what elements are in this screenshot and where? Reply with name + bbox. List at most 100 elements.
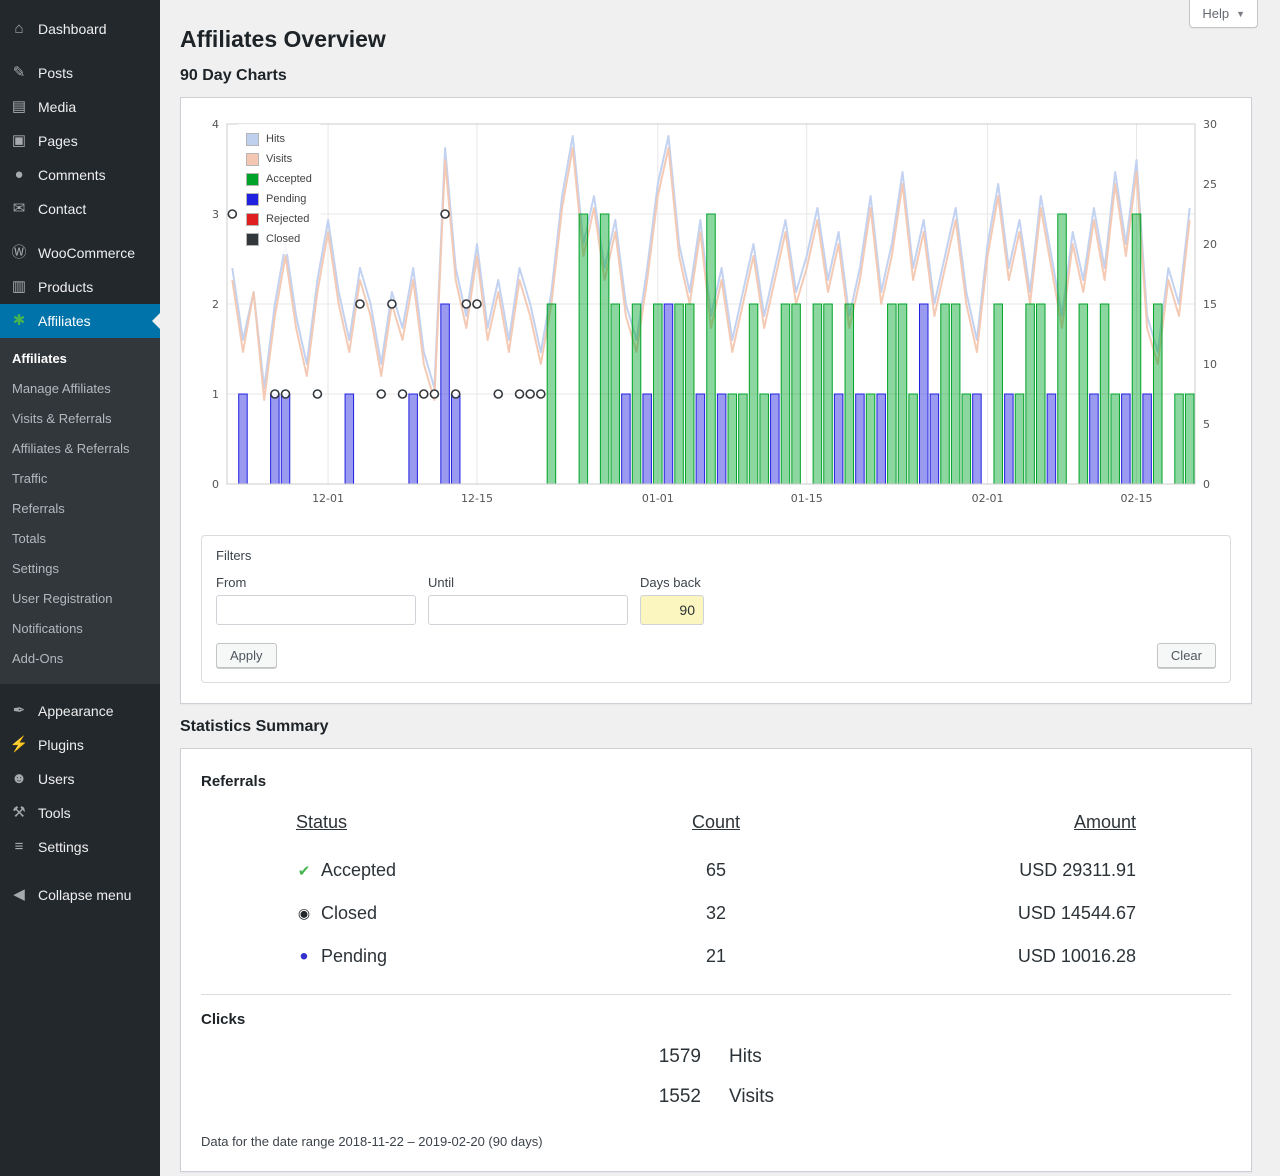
help-label: Help	[1202, 6, 1229, 21]
legend-entry-accepted: Accepted	[246, 169, 312, 189]
svg-text:30: 30	[1203, 118, 1217, 131]
comments-icon: ●	[9, 166, 29, 184]
dashboard-icon: ⌂	[9, 20, 29, 38]
pages-icon: ▣	[9, 132, 29, 150]
filters-box: Filters From Until Days back	[201, 535, 1231, 683]
date-range-footnote: Data for the date range 2018-11-22 – 201…	[201, 1134, 1231, 1149]
table-row-closed: ◉Closed 32 USD 14544.67	[296, 892, 1136, 935]
svg-text:02-15: 02-15	[1121, 492, 1153, 505]
sidebar-item-products[interactable]: ▥ Products	[0, 270, 160, 304]
status-column-header[interactable]: Status	[296, 804, 632, 849]
accepted-swatch-icon	[246, 173, 259, 186]
visits-swatch-icon	[246, 153, 259, 166]
users-icon: ☻	[9, 770, 29, 788]
sidebar-item-comments[interactable]: ● Comments	[0, 158, 160, 192]
legend-entry-visits: Visits	[246, 149, 312, 169]
posts-icon: ✎	[9, 64, 29, 82]
sidebar-item-settings[interactable]: ≡ Settings	[0, 830, 160, 864]
submenu-item-add-ons[interactable]: Add-Ons	[0, 644, 160, 674]
chevron-down-icon: ▼	[1236, 9, 1245, 19]
submenu-item-settings[interactable]: Settings	[0, 554, 160, 584]
status-label: Pending	[321, 946, 387, 967]
sidebar-item-pages[interactable]: ▣ Pages	[0, 124, 160, 158]
count-column-header[interactable]: Count	[632, 804, 800, 849]
until-input[interactable]	[428, 595, 628, 625]
admin-sidebar: ⌂ Dashboard ✎ Posts ▤ Media ▣ Pages ● Co…	[0, 0, 160, 1176]
submenu-item-user-registration[interactable]: User Registration	[0, 584, 160, 614]
legend-entry-pending: Pending	[246, 189, 312, 209]
submenu-item-affiliates[interactable]: Affiliates	[0, 344, 160, 374]
legend-label: Accepted	[266, 173, 312, 185]
chart-legend: Hits Visits Accepted Pending	[237, 124, 321, 254]
sidebar-item-contact[interactable]: ✉ Contact	[0, 192, 160, 226]
status-label: Accepted	[321, 860, 396, 881]
ninety-day-chart: Hits Visits Accepted Pending	[201, 112, 1231, 517]
woocommerce-icon: Ⓦ	[9, 244, 29, 262]
svg-text:0: 0	[1203, 478, 1210, 491]
svg-text:0: 0	[212, 478, 219, 491]
page-title: Affiliates Overview	[180, 26, 1252, 53]
statistics-heading: Statistics Summary	[180, 718, 1252, 736]
svg-text:1: 1	[212, 388, 219, 401]
amount-column-header[interactable]: Amount	[800, 804, 1136, 849]
count-value: 21	[632, 935, 800, 978]
pending-swatch-icon	[246, 193, 259, 206]
sidebar-item-users[interactable]: ☻ Users	[0, 762, 160, 796]
hits-label: Hits	[729, 1046, 762, 1068]
divider	[201, 994, 1231, 995]
sidebar-item-posts[interactable]: ✎ Posts	[0, 56, 160, 90]
visits-count: 1552	[201, 1086, 701, 1108]
table-row-accepted: ✔Accepted 65 USD 29311.91	[296, 849, 1136, 892]
visits-label: Visits	[729, 1086, 774, 1108]
plugins-icon: ⚡	[9, 736, 29, 754]
clear-button[interactable]: Clear	[1157, 643, 1216, 668]
submenu-item-traffic[interactable]: Traffic	[0, 464, 160, 494]
legend-entry-rejected: Rejected	[246, 209, 312, 229]
count-value: 32	[632, 892, 800, 935]
wordpress-admin: ⌂ Dashboard ✎ Posts ▤ Media ▣ Pages ● Co…	[0, 0, 1280, 1176]
closed-bullseye-icon: ◉	[296, 905, 312, 922]
svg-text:01-01: 01-01	[642, 492, 674, 505]
days-back-label: Days back	[640, 575, 704, 590]
clicks-summary: 1579 Hits 1552 Visits	[201, 1046, 1231, 1108]
from-label: From	[216, 575, 416, 590]
submenu-item-totals[interactable]: Totals	[0, 524, 160, 554]
svg-text:15: 15	[1203, 298, 1217, 311]
referrals-table: Status Count Amount ✔Accepted 65 USD 293…	[296, 804, 1136, 978]
submenu-item-affiliates-referrals[interactable]: Affiliates & Referrals	[0, 434, 160, 464]
sidebar-item-woocommerce[interactable]: Ⓦ WooCommerce	[0, 236, 160, 270]
legend-entry-hits: Hits	[246, 129, 312, 149]
legend-label: Pending	[266, 193, 306, 205]
statistics-panel: Referrals Status Count Amount ✔Accepted …	[180, 748, 1252, 1172]
from-input[interactable]	[216, 595, 416, 625]
collapse-menu-button[interactable]: ◀ Collapse menu	[0, 878, 160, 912]
amount-value: USD 10016.28	[800, 935, 1136, 978]
submenu-item-notifications[interactable]: Notifications	[0, 614, 160, 644]
submenu-item-referrals[interactable]: Referrals	[0, 494, 160, 524]
sidebar-item-media[interactable]: ▤ Media	[0, 90, 160, 124]
settings-icon: ≡	[9, 838, 29, 856]
sidebar-item-plugins[interactable]: ⚡ Plugins	[0, 728, 160, 762]
svg-text:25: 25	[1203, 178, 1217, 191]
amount-value: USD 29311.91	[800, 849, 1136, 892]
sidebar-item-tools[interactable]: ⚒ Tools	[0, 796, 160, 830]
chart-canvas: 0123405101520253012-0112-1501-0101-1502-…	[201, 112, 1231, 517]
svg-text:4: 4	[212, 118, 219, 131]
submenu-item-visits-referrals[interactable]: Visits & Referrals	[0, 404, 160, 434]
sidebar-item-affiliates[interactable]: ✱ Affiliates	[0, 304, 160, 338]
sidebar-item-appearance[interactable]: ✒ Appearance	[0, 694, 160, 728]
main-content: Help ▼ Affiliates Overview 90 Day Charts…	[160, 0, 1280, 1176]
svg-text:2: 2	[212, 298, 219, 311]
apply-button[interactable]: Apply	[216, 643, 277, 668]
legend-label: Closed	[266, 233, 300, 245]
sidebar-item-dashboard[interactable]: ⌂ Dashboard	[0, 12, 160, 46]
days-back-input[interactable]	[640, 595, 704, 625]
svg-text:5: 5	[1203, 418, 1210, 431]
svg-text:12-01: 12-01	[312, 492, 344, 505]
submenu-item-manage-affiliates[interactable]: Manage Affiliates	[0, 374, 160, 404]
legend-label: Rejected	[266, 213, 309, 225]
help-button[interactable]: Help ▼	[1189, 0, 1258, 28]
svg-text:12-15: 12-15	[461, 492, 493, 505]
table-row-pending: •Pending 21 USD 10016.28	[296, 935, 1136, 978]
contact-envelope-icon: ✉	[9, 200, 29, 218]
